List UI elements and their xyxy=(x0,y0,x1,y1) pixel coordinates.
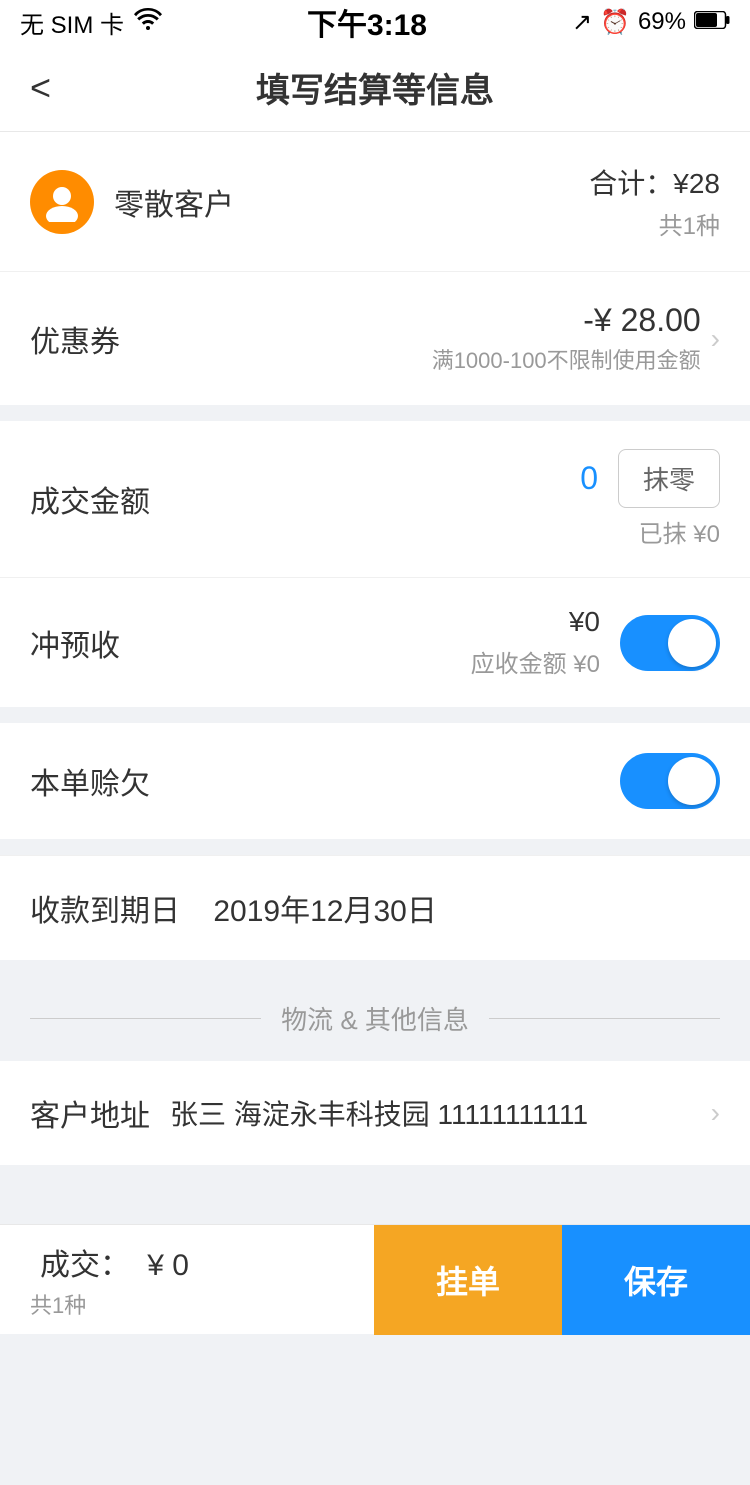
customer-count: 共1种 xyxy=(589,206,720,241)
coupon-label: 优惠券 xyxy=(30,317,120,361)
back-button[interactable]: < xyxy=(30,67,51,109)
battery-icon xyxy=(694,8,730,36)
due-date-value: 2019年12月30日 xyxy=(213,895,436,928)
customer-total: 合计：¥28 xyxy=(589,162,720,202)
customer-right: 合计：¥28 共1种 xyxy=(589,162,720,241)
address-chevron-icon: › xyxy=(711,1097,720,1129)
status-right: ↗ ⏰ 69% xyxy=(572,8,730,37)
bottom-bar: 成交： ¥ 0 共1种 挂单 保存 xyxy=(0,1224,750,1334)
advance-sub: 应收金额 ¥0 xyxy=(471,644,600,679)
coupon-info: -¥ 28.00 满1000-100不限制使用金额 xyxy=(432,302,701,375)
transaction-sub: 已抹 ¥0 xyxy=(580,514,720,549)
advance-amount-group: ¥0 应收金额 ¥0 xyxy=(471,606,600,679)
page-title: 填写结算等信息 xyxy=(256,63,494,112)
customer-avatar xyxy=(30,170,94,234)
alarm-icon: ⏰ xyxy=(600,8,630,37)
customer-left: 零散客户 xyxy=(30,170,234,234)
transaction-value: 0 xyxy=(580,460,598,497)
status-time: 下午3:18 xyxy=(307,0,427,44)
logistics-section: 物流 & 其他信息 xyxy=(0,976,750,1061)
bottom-summary: 成交： ¥ 0 共1种 xyxy=(0,1240,374,1320)
save-button[interactable]: 保存 xyxy=(562,1225,750,1335)
hold-button[interactable]: 挂单 xyxy=(374,1225,562,1335)
customer-name: 零散客户 xyxy=(114,180,234,224)
transaction-right: 0 抹零 已抹 ¥0 xyxy=(580,449,720,549)
advance-row: 冲预收 ¥0 应收金额 ¥0 xyxy=(0,578,750,707)
bottom-summary-count: 共1种 xyxy=(30,1288,344,1320)
coupon-amount: -¥ 28.00 xyxy=(432,302,701,339)
toggle-knob xyxy=(668,619,716,667)
transaction-label: 成交金额 xyxy=(30,477,150,521)
round-zero-button[interactable]: 抹零 xyxy=(618,449,720,508)
coupon-desc: 满1000-100不限制使用金额 xyxy=(432,343,701,375)
debt-toggle-knob xyxy=(668,757,716,805)
logistics-label: 物流 & 其他信息 xyxy=(261,1000,489,1037)
advance-toggle[interactable] xyxy=(620,615,720,671)
advance-label: 冲预收 xyxy=(30,621,120,665)
address-value: 张三 海淀永丰科技园 11111111111 xyxy=(170,1093,711,1133)
transaction-section: 成交金额 0 抹零 已抹 ¥0 冲预收 ¥0 应收金额 ¥0 xyxy=(0,421,750,707)
address-section[interactable]: 客户地址 张三 海淀永丰科技园 11111111111 › xyxy=(0,1061,750,1165)
coupon-chevron-icon: › xyxy=(711,323,720,355)
customer-row: 零散客户 合计：¥28 共1种 xyxy=(0,132,750,271)
bottom-summary-value: ¥ 0 xyxy=(147,1249,189,1282)
status-bar: 无 SIM 卡 下午3:18 ↗ ⏰ 69% xyxy=(0,0,750,44)
coupon-right: -¥ 28.00 满1000-100不限制使用金额 › xyxy=(432,302,720,375)
due-date-section: 收款到期日 2019年12月30日 xyxy=(0,855,750,960)
advance-amount: ¥0 xyxy=(471,606,600,638)
advance-right: ¥0 应收金额 ¥0 xyxy=(471,606,720,679)
debt-label: 本单赊欠 xyxy=(30,759,150,803)
due-date-text: 收款到期日 2019年12月30日 xyxy=(30,895,437,928)
bottom-summary-label: 成交： xyxy=(40,1249,130,1282)
debt-toggle[interactable] xyxy=(620,753,720,809)
avatar-icon xyxy=(42,182,82,222)
wifi-icon xyxy=(134,8,162,37)
debt-section: 本单赊欠 xyxy=(0,723,750,839)
due-date-label: 收款到期日 xyxy=(30,895,180,928)
logistics-line-left xyxy=(30,1018,261,1019)
bottom-summary-top: 成交： ¥ 0 xyxy=(30,1240,344,1284)
coupon-row[interactable]: 优惠券 -¥ 28.00 满1000-100不限制使用金额 › xyxy=(0,271,750,405)
customer-section: 零散客户 合计：¥28 共1种 优惠券 -¥ 28.00 满1000-100不限… xyxy=(0,132,750,405)
battery-text: 69% xyxy=(638,8,686,36)
location-icon: ↗ xyxy=(572,8,592,37)
address-label: 客户地址 xyxy=(30,1091,150,1135)
no-sim-text: 无 SIM 卡 xyxy=(20,5,124,40)
due-date-row: 收款到期日 2019年12月30日 xyxy=(0,855,750,960)
logistics-line-right xyxy=(489,1018,720,1019)
nav-bar: < 填写结算等信息 xyxy=(0,44,750,132)
status-left: 无 SIM 卡 xyxy=(20,5,162,40)
transaction-amount-row: 成交金额 0 抹零 已抹 ¥0 xyxy=(0,421,750,578)
